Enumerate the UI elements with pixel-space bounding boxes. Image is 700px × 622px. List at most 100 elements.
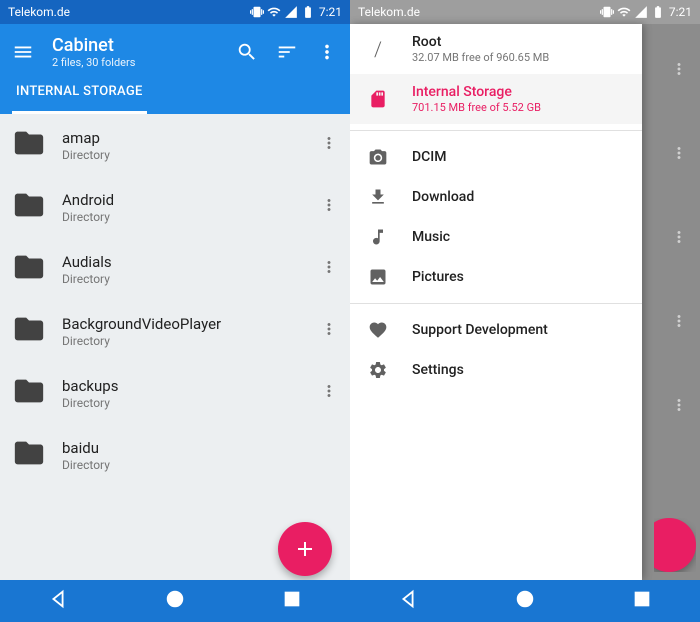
folder-name: amap: [62, 129, 304, 147]
search-icon[interactable]: [236, 41, 258, 63]
nav-back-icon[interactable]: [47, 588, 69, 614]
divider: [350, 130, 642, 131]
nav-recent-icon[interactable]: [631, 588, 653, 614]
vibrate-icon: [600, 5, 614, 19]
item-overflow-icon: [670, 60, 688, 78]
drawer-storage-internal[interactable]: Internal Storage701.15 MB free of 5.52 G…: [350, 74, 642, 124]
status-bar: Telekom.de 7:21: [0, 0, 350, 24]
drawer-music[interactable]: Music: [350, 217, 642, 257]
music-icon: [366, 227, 390, 247]
app-subtitle: 2 files, 30 folders: [52, 56, 218, 69]
list-item[interactable]: AndroidDirectory: [0, 176, 350, 238]
list-item[interactable]: BackgroundVideoPlayerDirectory: [0, 300, 350, 362]
camera-icon: [366, 147, 390, 167]
phone-left: Telekom.de 7:21 Cabinet 2 files, 30 fold…: [0, 0, 350, 622]
file-list[interactable]: amapDirectory AndroidDirectory AudialsDi…: [0, 114, 350, 622]
tab-internal-storage[interactable]: INTERNAL STORAGE: [12, 72, 147, 114]
heart-icon: [366, 320, 390, 340]
overflow-icon[interactable]: [316, 41, 338, 63]
folder-name: backups: [62, 377, 304, 395]
nav-recent-icon[interactable]: [281, 588, 303, 614]
dimmed-list-edge: [660, 24, 700, 580]
download-icon: [366, 187, 390, 207]
gear-icon: [366, 360, 390, 380]
drawer-label: Root: [412, 34, 549, 50]
item-overflow-icon: [670, 312, 688, 330]
list-item[interactable]: backupsDirectory: [0, 362, 350, 424]
drawer-label: Pictures: [412, 269, 464, 285]
item-overflow-icon: [670, 144, 688, 162]
item-overflow-icon: [670, 396, 688, 414]
folder-icon: [12, 436, 46, 474]
drawer-label: Support Development: [412, 322, 548, 338]
nav-bar: [350, 580, 700, 622]
nav-bar: [0, 580, 350, 622]
drawer-dcim[interactable]: DCIM: [350, 137, 642, 177]
drawer-settings[interactable]: Settings: [350, 350, 642, 390]
drawer-label: Download: [412, 189, 474, 205]
item-overflow-icon[interactable]: [320, 382, 338, 404]
folder-name: Audials: [62, 253, 304, 271]
battery-icon: [651, 5, 665, 19]
signal-icon: [634, 5, 648, 19]
list-item[interactable]: amapDirectory: [0, 114, 350, 176]
vibrate-icon: [250, 5, 264, 19]
drawer-sub: 701.15 MB free of 5.52 GB: [412, 101, 541, 114]
list-item[interactable]: baiduDirectory: [0, 424, 350, 486]
drawer-pictures[interactable]: Pictures: [350, 257, 642, 297]
folder-sub: Directory: [62, 272, 304, 286]
wifi-icon: [267, 5, 281, 19]
nav-home-icon[interactable]: [514, 588, 536, 614]
carrier-label: Telekom.de: [8, 5, 70, 19]
drawer-storage-root[interactable]: / Root32.07 MB free of 960.65 MB: [350, 24, 642, 74]
sd-card-icon: [366, 89, 390, 109]
folder-icon: [12, 312, 46, 350]
folder-name: Android: [62, 191, 304, 209]
status-bar: Telekom.de 7:21: [350, 0, 700, 24]
nav-drawer: / Root32.07 MB free of 960.65 MB Interna…: [350, 24, 642, 580]
nav-home-icon[interactable]: [164, 588, 186, 614]
pictures-icon: [366, 267, 390, 287]
app-bar: Cabinet 2 files, 30 folders INTERNAL STO…: [0, 24, 350, 114]
hamburger-icon[interactable]: [12, 41, 34, 63]
time-label: 7:21: [319, 5, 342, 19]
appbar-title-block: Cabinet 2 files, 30 folders: [52, 35, 218, 69]
drawer-label: Internal Storage: [412, 84, 541, 100]
item-overflow-icon[interactable]: [320, 258, 338, 280]
drawer-label: Music: [412, 229, 450, 245]
sort-icon[interactable]: [276, 41, 298, 63]
drawer-sub: 32.07 MB free of 960.65 MB: [412, 51, 549, 64]
signal-icon: [284, 5, 298, 19]
drawer-support[interactable]: Support Development: [350, 310, 642, 350]
folder-name: baidu: [62, 439, 338, 457]
folder-sub: Directory: [62, 210, 304, 224]
battery-icon: [301, 5, 315, 19]
item-overflow-icon[interactable]: [320, 196, 338, 218]
folder-sub: Directory: [62, 148, 304, 162]
item-overflow-icon: [670, 228, 688, 246]
folder-sub: Directory: [62, 458, 338, 472]
status-icons: [600, 5, 665, 19]
time-label: 7:21: [669, 5, 692, 19]
item-overflow-icon[interactable]: [320, 134, 338, 156]
app-title: Cabinet: [52, 35, 218, 56]
slash-icon: /: [366, 37, 390, 61]
folder-icon: [12, 188, 46, 226]
folder-sub: Directory: [62, 396, 304, 410]
divider: [350, 303, 642, 304]
fab-add[interactable]: [278, 522, 332, 576]
folder-icon: [12, 126, 46, 164]
nav-back-icon[interactable]: [397, 588, 419, 614]
phone-right: Telekom.de 7:21 / Root32.07 MB free of 9…: [350, 0, 700, 622]
drawer-label: Settings: [412, 362, 464, 378]
carrier-label: Telekom.de: [358, 5, 420, 19]
status-icons: [250, 5, 315, 19]
wifi-icon: [617, 5, 631, 19]
item-overflow-icon[interactable]: [320, 320, 338, 342]
list-item[interactable]: AudialsDirectory: [0, 238, 350, 300]
drawer-download[interactable]: Download: [350, 177, 642, 217]
folder-icon: [12, 374, 46, 412]
drawer-label: DCIM: [412, 149, 447, 165]
folder-icon: [12, 250, 46, 288]
folder-name: BackgroundVideoPlayer: [62, 315, 304, 333]
